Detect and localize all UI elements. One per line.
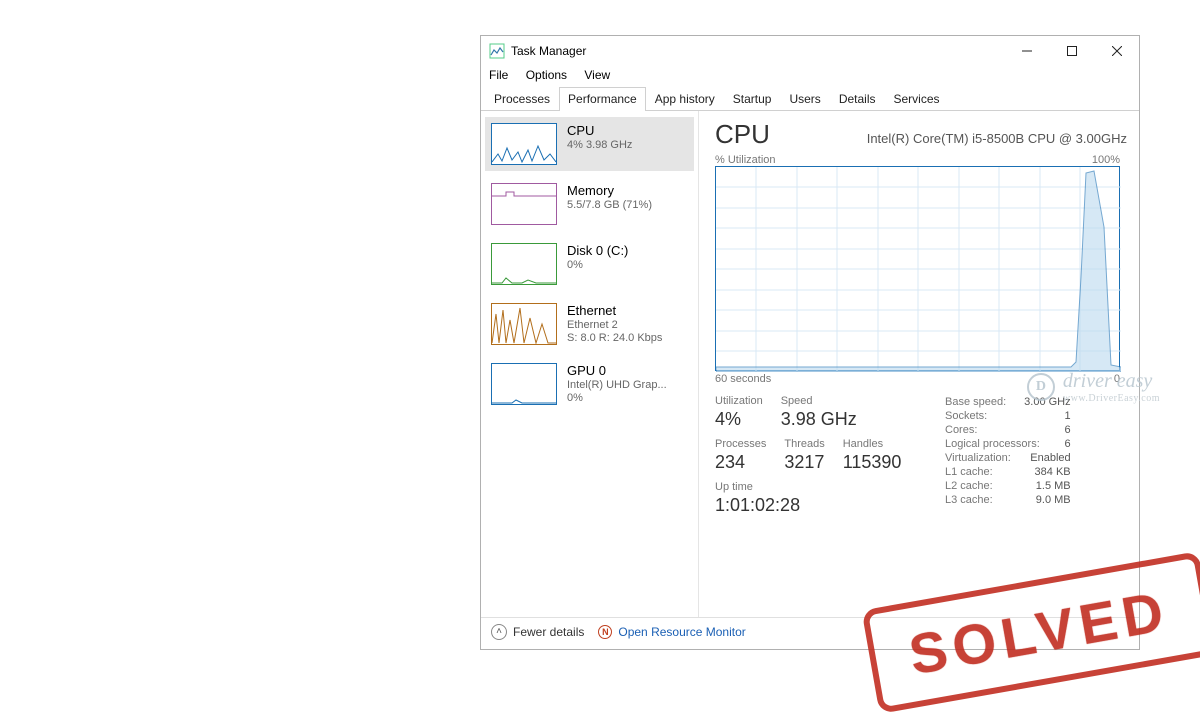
cpu-spec-list: Base speed: 3.00 GHz Sockets: 1 Cores: 6 Lo… [945,395,1071,524]
app-icon [489,43,505,59]
task-manager-window: Task Manager File Options View Processes… [480,35,1140,650]
stat-value-processes: 234 [715,452,766,473]
sidebar-item-label: CPU [567,123,632,138]
gpu-thumb-icon [491,363,557,405]
sidebar-item-label: GPU 0 [567,363,667,378]
stat-value-speed: 3.98 GHz [781,409,857,430]
spec-v: 1 [1065,410,1071,422]
spec-k: L1 cache: [945,466,993,478]
menubar: File Options View [481,66,1139,86]
graph-label-tl: % Utilization [715,154,776,166]
spec-k: Sockets: [945,410,987,422]
spec-k: Virtualization: [945,452,1011,464]
spec-k: Cores: [945,424,977,436]
fewer-details-button[interactable]: ˄ Fewer details [491,624,584,640]
tab-users[interactable]: Users [780,87,829,111]
open-resource-monitor-link[interactable]: N Open Resource Monitor [598,625,745,639]
footer: ˄ Fewer details N Open Resource Monitor [481,617,1139,645]
disk-thumb-icon [491,243,557,285]
maximize-button[interactable] [1049,36,1094,66]
graph-label-bl: 60 seconds [715,373,771,385]
menu-options[interactable]: Options [526,68,567,82]
spec-k: Base speed: [945,396,1006,408]
open-resource-monitor-label: Open Resource Monitor [618,625,745,639]
stat-label-uptime: Up time [715,481,800,493]
sidebar-item-sub: Ethernet 2 [567,319,662,331]
stat-label-handles: Handles [843,438,902,450]
tab-processes[interactable]: Processes [485,87,559,111]
spec-v: 3.00 GHz [1024,396,1070,408]
sidebar-item-label: Memory [567,183,652,198]
chevron-up-icon: ˄ [491,624,507,640]
memory-thumb-icon [491,183,557,225]
cpu-stats: Utilization 4% Speed 3.98 GHz Processes … [715,395,1127,524]
spec-v: Enabled [1030,452,1070,464]
sidebar-item-memory[interactable]: Memory 5.5/7.8 GB (71%) [485,177,694,231]
fewer-details-label: Fewer details [513,625,584,639]
spec-k: Logical processors: [945,438,1040,450]
menu-view[interactable]: View [584,68,610,82]
stat-label-threads: Threads [784,438,824,450]
spec-v: 6 [1065,438,1071,450]
stat-value-handles: 115390 [843,452,902,473]
cpu-thumb-icon [491,123,557,165]
sidebar-item-sub2: S: 8.0 R: 24.0 Kbps [567,332,662,344]
menu-file[interactable]: File [489,68,508,82]
resource-monitor-icon: N [598,625,612,639]
sidebar-item-sub: 4% 3.98 GHz [567,139,632,151]
spec-v: 1.5 MB [1036,480,1071,492]
titlebar: Task Manager [481,36,1139,66]
sidebar-item-sub: 0% [567,259,628,271]
stat-value-utilization: 4% [715,409,763,430]
spec-v: 9.0 MB [1036,494,1071,506]
graph-label-br: 0 [1114,373,1120,385]
sidebar-item-label: Ethernet [567,303,662,318]
cpu-utilization-graph [715,166,1120,371]
performance-main: CPU Intel(R) Core(TM) i5-8500B CPU @ 3.0… [699,111,1139,617]
ethernet-thumb-icon [491,303,557,345]
spec-k: L3 cache: [945,494,993,506]
spec-v: 384 KB [1035,466,1071,478]
cpu-model: Intel(R) Core(TM) i5-8500B CPU @ 3.00GHz [867,131,1127,146]
window-title: Task Manager [511,44,1004,58]
content: CPU 4% 3.98 GHz Memory 5.5/7.8 GB (71%) [481,111,1139,617]
sidebar-item-sub2: 0% [567,392,667,404]
stat-label-utilization: Utilization [715,395,763,407]
graph-label-tr: 100% [1092,154,1120,166]
sidebar-item-sub: Intel(R) UHD Grap... [567,379,667,391]
stat-value-uptime: 1:01:02:28 [715,495,800,516]
tab-services[interactable]: Services [885,87,949,111]
tab-app-history[interactable]: App history [646,87,724,111]
stat-value-threads: 3217 [784,452,824,473]
sidebar-item-gpu-0[interactable]: GPU 0 Intel(R) UHD Grap... 0% [485,357,694,411]
tab-performance[interactable]: Performance [559,87,646,111]
performance-sidebar: CPU 4% 3.98 GHz Memory 5.5/7.8 GB (71%) [481,111,699,617]
close-button[interactable] [1094,36,1139,66]
tab-strip: Processes Performance App history Startu… [481,86,1139,111]
minimize-button[interactable] [1004,36,1049,66]
stat-label-processes: Processes [715,438,766,450]
sidebar-item-disk-0[interactable]: Disk 0 (C:) 0% [485,237,694,291]
spec-k: L2 cache: [945,480,993,492]
sidebar-item-cpu[interactable]: CPU 4% 3.98 GHz [485,117,694,171]
sidebar-item-ethernet[interactable]: Ethernet Ethernet 2 S: 8.0 R: 24.0 Kbps [485,297,694,351]
page-title: CPU [715,119,770,150]
spec-v: 6 [1065,424,1071,436]
sidebar-item-label: Disk 0 (C:) [567,243,628,258]
tab-details[interactable]: Details [830,87,885,111]
tab-startup[interactable]: Startup [724,87,781,111]
stat-label-speed: Speed [781,395,857,407]
sidebar-item-sub: 5.5/7.8 GB (71%) [567,199,652,211]
window-controls [1004,36,1139,66]
